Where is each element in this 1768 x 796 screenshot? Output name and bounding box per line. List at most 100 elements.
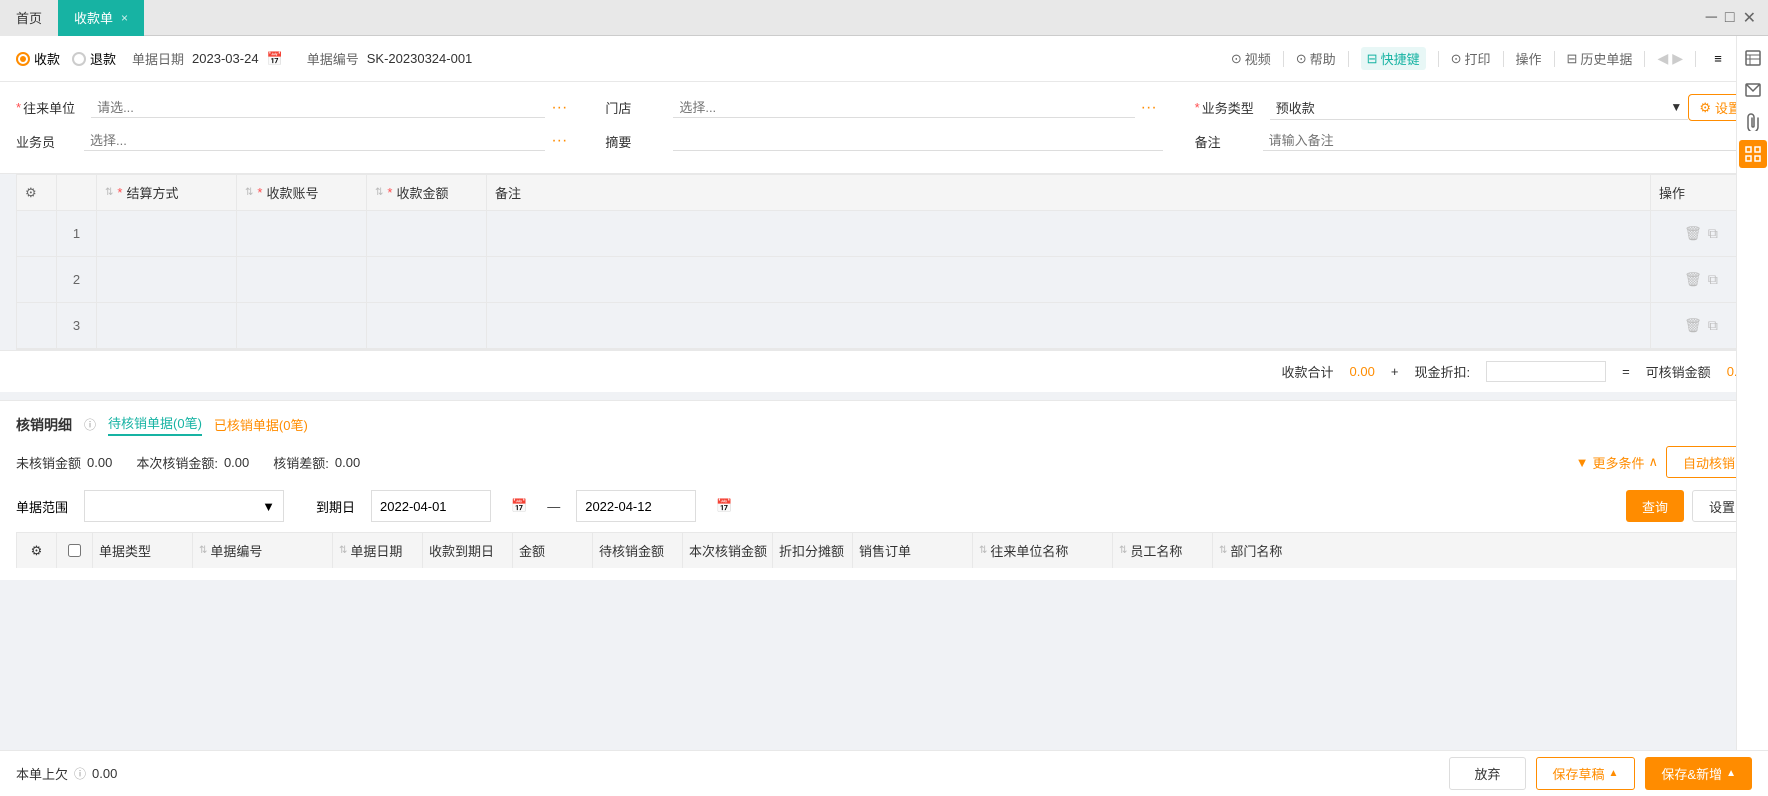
td-amount-3[interactable] — [367, 303, 487, 348]
tab-receipt[interactable]: 收款单 × — [58, 0, 144, 36]
td-settlement-3[interactable] — [97, 303, 237, 348]
td-amount-1[interactable] — [367, 211, 487, 256]
minimize-btn[interactable]: ─ — [1706, 9, 1717, 27]
save-new-button[interactable]: 保存&新增 ▲ — [1645, 757, 1752, 790]
nav-prev[interactable]: ◀ — [1657, 50, 1668, 67]
bth-doc-num: ⇅ 单据编号 — [193, 533, 333, 568]
range-label: 单据范围 — [16, 497, 68, 516]
right-sidebar — [1736, 36, 1768, 750]
sidebar-mail-icon[interactable] — [1739, 76, 1767, 104]
select-all-checkbox[interactable] — [68, 544, 81, 557]
table-row: 2 🗑 ⧉ — [17, 257, 1751, 303]
diff-value: 0.00 — [335, 455, 360, 470]
td-settlement-2[interactable] — [97, 257, 237, 302]
th-amount-label: 收款金额 — [396, 183, 448, 202]
td-num-1: 1 — [57, 211, 97, 256]
pending-tab[interactable]: 待核销单据(0笔) — [108, 413, 202, 436]
store-label: 门店 — [605, 98, 665, 117]
bottom-info-icon[interactable]: ⓘ — [74, 765, 86, 782]
staff-input[interactable] — [84, 131, 545, 151]
delete-row-1-icon[interactable]: 🗑 — [1684, 225, 1702, 242]
clip-icon — [1746, 113, 1760, 131]
nav-arrows: ◀ ▶ — [1657, 50, 1683, 67]
divider-3 — [1438, 51, 1439, 67]
range-select[interactable]: ▼ — [84, 490, 284, 522]
bth-doc-num-label: 单据编号 — [210, 541, 262, 560]
list-view-icon[interactable]: ≡ — [1708, 51, 1728, 67]
history-btn[interactable]: ⊟ 历史单据 — [1567, 49, 1633, 68]
doc-date-calendar-icon[interactable]: 📅 — [267, 51, 283, 67]
shortcut-btn[interactable]: ⊟ 快捷键 — [1361, 47, 1426, 70]
copy-row-1-icon[interactable]: ⧉ — [1708, 225, 1718, 242]
staff-more-btn[interactable]: ··· — [545, 132, 573, 150]
td-remark-1[interactable] — [487, 211, 1651, 256]
diff-stat: 核销差额: 0.00 — [273, 453, 360, 472]
sidebar-clip-icon[interactable] — [1739, 108, 1767, 136]
bth-settings[interactable]: ⚙ — [17, 533, 57, 568]
delete-row-2-icon[interactable]: 🗑 — [1684, 271, 1702, 288]
discard-button[interactable]: 放弃 — [1449, 757, 1525, 790]
filter-row: 单据范围 ▼ 到期日 📅 — 📅 查询 设置 — [16, 490, 1752, 522]
range-dropdown-icon: ▼ — [262, 499, 275, 514]
td-account-3[interactable] — [237, 303, 367, 348]
party-more-btn[interactable]: ··· — [545, 99, 573, 117]
th-account-label: 收款账号 — [266, 183, 318, 202]
td-remark-3[interactable] — [487, 303, 1651, 348]
th-amount: ⇅ * 收款金额 — [367, 175, 487, 210]
delete-row-3-icon[interactable]: 🗑 — [1684, 317, 1702, 334]
query-btn[interactable]: 查询 — [1626, 490, 1684, 522]
doc-num-label: 单据编号 — [307, 49, 359, 68]
maximize-btn[interactable]: □ — [1725, 9, 1735, 27]
summary-input[interactable] — [673, 131, 1162, 151]
store-input[interactable] — [673, 98, 1134, 118]
print-btn[interactable]: ⊙ 打印 — [1451, 49, 1491, 68]
nav-next[interactable]: ▶ — [1672, 50, 1683, 67]
td-remark-2[interactable] — [487, 257, 1651, 302]
party-input[interactable] — [91, 98, 545, 118]
biz-type-select[interactable]: 预收款 ▼ — [1270, 96, 1689, 120]
receipt-type-group: 收款 退款 — [16, 49, 116, 68]
done-tab[interactable]: 已核销单据(0笔) — [214, 415, 308, 434]
help-btn[interactable]: ⊙ 帮助 — [1296, 49, 1336, 68]
th-action-label: 操作 — [1659, 183, 1685, 202]
copy-row-2-icon[interactable]: ⧉ — [1708, 271, 1718, 288]
due-from-input[interactable] — [371, 490, 491, 522]
more-conditions-btn[interactable]: ▼ 更多条件 ∧ — [1576, 453, 1658, 472]
store-more-btn[interactable]: ··· — [1135, 99, 1163, 117]
biz-type-label: 业务类型 — [1202, 98, 1262, 117]
td-amount-2[interactable] — [367, 257, 487, 302]
tab-home[interactable]: 首页 — [0, 0, 58, 36]
bth-checkbox[interactable] — [57, 533, 93, 568]
calendar-to-icon[interactable]: 📅 — [716, 498, 732, 514]
divider-4 — [1503, 51, 1504, 67]
receipt-radio[interactable]: 收款 — [16, 49, 60, 68]
bottom-settings-icon[interactable]: ⚙ — [31, 543, 43, 559]
receipt-table: ⚙ ⇅ * 结算方式 ⇅ * 收款账号 ⇅ * 收款金额 备注 操作 1 — [16, 174, 1752, 350]
top-toolbar: 收款 退款 单据日期 2023-03-24 📅 单据编号 SK-20230324… — [0, 36, 1768, 82]
bottom-label: 本单上欠 — [16, 764, 68, 783]
close-btn[interactable]: ✕ — [1743, 8, 1756, 28]
copy-row-3-icon[interactable]: ⧉ — [1708, 317, 1718, 334]
video-btn[interactable]: ⊙ 视频 — [1231, 49, 1271, 68]
calendar-from-icon[interactable]: 📅 — [511, 498, 527, 514]
sidebar-scan-icon[interactable] — [1739, 140, 1767, 168]
remark-field: 备注 — [1195, 131, 1752, 151]
video-label: 视频 — [1245, 49, 1271, 68]
unverified-label: 未核销金额 — [16, 453, 81, 472]
sidebar-table-icon[interactable] — [1739, 44, 1767, 72]
td-account-2[interactable] — [237, 257, 367, 302]
td-account-1[interactable] — [237, 211, 367, 256]
table-settings-icon[interactable]: ⚙ — [25, 185, 37, 201]
tab-receipt-close[interactable]: × — [121, 11, 128, 25]
draft-button[interactable]: 保存草稿 ▲ — [1536, 757, 1636, 790]
due-to-input[interactable] — [576, 490, 696, 522]
mail-icon — [1745, 83, 1761, 97]
discount-input[interactable] — [1486, 361, 1606, 382]
remark-input[interactable] — [1263, 131, 1752, 151]
th-settings[interactable]: ⚙ — [17, 175, 57, 210]
reconcile-info-icon[interactable]: ⓘ — [84, 416, 96, 433]
td-settlement-1[interactable] — [97, 211, 237, 256]
biz-type-required-star: * — [1195, 100, 1200, 115]
operation-btn[interactable]: 操作 — [1516, 49, 1542, 68]
refund-radio[interactable]: 退款 — [72, 49, 116, 68]
